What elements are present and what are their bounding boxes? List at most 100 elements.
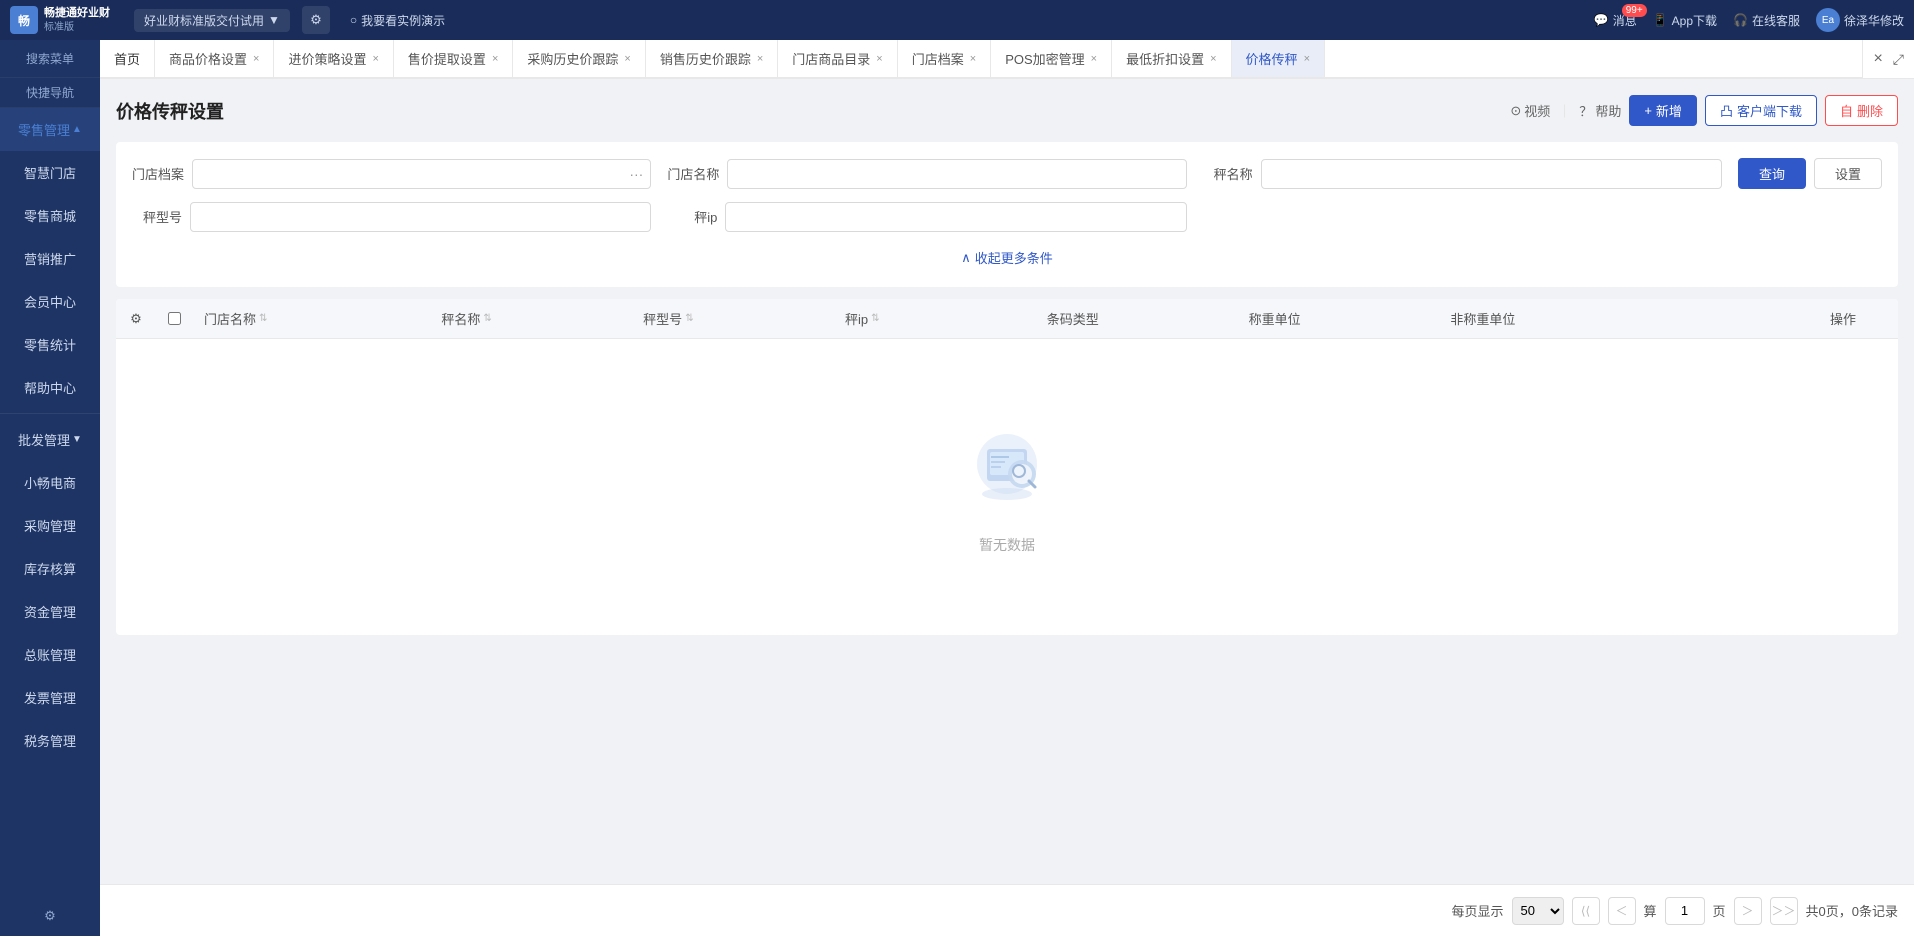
help-label: 帮助	[1595, 101, 1621, 120]
settings-search-button[interactable]: 设置	[1814, 158, 1882, 189]
empty-state: 暂无数据	[116, 339, 1898, 635]
more-icon[interactable]: ···	[629, 166, 643, 182]
video-label: 视频	[1524, 101, 1550, 120]
th-checkbox[interactable]	[156, 312, 192, 325]
empty-text: 暂无数据	[979, 535, 1035, 555]
first-page-button[interactable]: ⟨⟨	[1572, 897, 1600, 925]
user-menu[interactable]: Ea 徐泽华修改	[1816, 8, 1904, 32]
sidebar-item-help-center[interactable]: 帮助中心	[0, 366, 100, 409]
sidebar-item-retail-stats[interactable]: 零售统计	[0, 323, 100, 366]
settings-button[interactable]: ⚙	[302, 6, 330, 34]
sidebar-item-tax-mgmt[interactable]: 税务管理	[0, 719, 100, 762]
sidebar-item-invoice-mgmt[interactable]: 发票管理	[0, 676, 100, 719]
tab-close-icon[interactable]: ×	[876, 53, 882, 65]
scale-model-input[interactable]	[190, 202, 651, 232]
delete-label: 删除	[1857, 101, 1883, 120]
sidebar-item-label: 库存核算	[24, 559, 76, 578]
sidebar-item-smart-store[interactable]: 智慧门店	[0, 151, 100, 194]
sidebar-item-retail-mall[interactable]: 零售商城	[0, 194, 100, 237]
th-scale-name[interactable]: 秤名称 ⇅	[429, 309, 631, 328]
sidebar-item-label: 帮助中心	[24, 378, 76, 397]
sidebar-item-member-center[interactable]: 会员中心	[0, 280, 100, 323]
video-link[interactable]: ⊙ 视频	[1510, 101, 1550, 120]
app-download-button[interactable]: 📱 App下载	[1653, 12, 1717, 29]
sidebar-nav[interactable]: 快捷导航	[0, 78, 100, 108]
sidebar-item-retail-mgmt[interactable]: 零售管理 ▲	[0, 108, 100, 151]
sidebar-item-inventory[interactable]: 库存核算	[0, 547, 100, 590]
sidebar-item-general-ledger[interactable]: 总账管理	[0, 633, 100, 676]
th-store-name[interactable]: 门店名称 ⇅	[192, 309, 429, 328]
tab-pos-mgmt[interactable]: POS加密管理 ×	[991, 40, 1112, 78]
sidebar-item-label: 采购管理	[24, 516, 76, 535]
tab-label: 进价策略设置	[288, 49, 366, 68]
online-service-button[interactable]: 🎧 在线客服	[1733, 12, 1800, 29]
page-size-select[interactable]: 10 20 50 100	[1512, 897, 1564, 925]
scale-ip-input[interactable]	[725, 202, 1186, 232]
tab-sale-history[interactable]: 销售历史价跟踪 ×	[646, 40, 778, 78]
tab-home[interactable]: 首页	[100, 40, 155, 78]
headset-icon: 🎧	[1733, 13, 1748, 27]
tab-sale-price[interactable]: 售价提取设置 ×	[394, 40, 513, 78]
tab-close-icon[interactable]: ×	[1304, 53, 1310, 65]
sidebar-item-capital-mgmt[interactable]: 资金管理	[0, 590, 100, 633]
download-client-button[interactable]: 凸 客户端下载	[1705, 95, 1817, 126]
tab-min-discount[interactable]: 最低折扣设置 ×	[1112, 40, 1231, 78]
tab-close-icon[interactable]: ×	[624, 53, 630, 65]
tab-close-icon[interactable]: ×	[372, 53, 378, 65]
sidebar-item-wholesale-mgmt[interactable]: 批发管理 ▼	[0, 418, 100, 461]
tab-price-scale[interactable]: 价格传秤 ×	[1232, 40, 1325, 78]
tab-commodity-price[interactable]: 商品价格设置 ×	[155, 40, 274, 78]
tab-purchase-history[interactable]: 采购历史价跟踪 ×	[513, 40, 645, 78]
sidebar-item-xiaochu-ecom[interactable]: 小畅电商	[0, 461, 100, 504]
brand-text: 畅捷通好业财 标准版	[44, 6, 110, 33]
th-weight-unit: 称重单位	[1237, 309, 1439, 328]
message-button[interactable]: 💬 消息 99+	[1594, 12, 1637, 29]
header-right: 💬 消息 99+ 📱 App下载 🎧 在线客服 Ea 徐泽华修改	[1594, 8, 1904, 32]
download-label: 客户端下载	[1737, 101, 1802, 120]
prev-page-button[interactable]: ＜	[1608, 897, 1636, 925]
tab-close-icon[interactable]: ×	[970, 53, 976, 65]
last-page-button[interactable]: ＞＞	[1770, 897, 1798, 925]
next-page-button[interactable]: ＞	[1734, 897, 1762, 925]
tab-close-icon[interactable]: ×	[757, 53, 763, 65]
th-label: 条码类型	[1047, 309, 1099, 328]
sidebar-item-marketing[interactable]: 营销推广	[0, 237, 100, 280]
page-input[interactable]	[1665, 897, 1705, 925]
scale-name-input[interactable]	[1261, 159, 1722, 189]
tab-close-icon[interactable]: ×	[1210, 53, 1216, 65]
add-button[interactable]: + 新增	[1629, 95, 1697, 126]
collapse-label: 收起更多条件	[975, 248, 1053, 267]
sidebar-settings-button[interactable]: ⚙	[0, 896, 100, 936]
table-card: ⚙ 门店名称 ⇅ 秤名称 ⇅ 秤型号	[116, 299, 1898, 635]
tab-store-file[interactable]: 门店档案 ×	[898, 40, 991, 78]
tab-close-all-icon[interactable]: ×	[1873, 50, 1882, 68]
select-all-checkbox[interactable]	[168, 312, 181, 325]
query-button[interactable]: 查询	[1738, 158, 1806, 189]
tab-close-icon[interactable]: ×	[492, 53, 498, 65]
th-settings[interactable]: ⚙	[116, 311, 156, 327]
pagination-bar: 每页显示 10 20 50 100 ⟨⟨ ＜ 算 页 ＞ ＞＞ 共0页，0条记录	[100, 884, 1914, 936]
env-selector[interactable]: 好业财标准版交付试用 ▼	[134, 9, 290, 32]
tab-purchase-strategy[interactable]: 进价策略设置 ×	[274, 40, 393, 78]
store-name-input[interactable]	[727, 159, 1186, 189]
user-avatar: Ea	[1816, 8, 1840, 32]
help-link[interactable]: ？ 帮助	[1579, 101, 1621, 120]
sidebar-item-label: 智慧门店	[24, 163, 76, 182]
th-scale-ip[interactable]: 秤ip ⇅	[833, 309, 1035, 328]
th-label: 秤ip	[845, 309, 868, 328]
tab-store-catalog[interactable]: 门店商品目录 ×	[778, 40, 897, 78]
sidebar-item-label: 资金管理	[24, 602, 76, 621]
tab-close-icon[interactable]: ×	[253, 53, 259, 65]
sidebar-item-label: 零售统计	[24, 335, 76, 354]
collapse-bar[interactable]: ∧ 收起更多条件	[132, 244, 1882, 271]
store-file-input[interactable]	[192, 159, 651, 189]
th-scale-model[interactable]: 秤型号 ⇅	[631, 309, 833, 328]
tab-close-icon[interactable]: ×	[1091, 53, 1097, 65]
tab-expand-icon[interactable]: ⤢	[1893, 51, 1904, 68]
demo-button[interactable]: ○ 我要看实例演示	[350, 12, 445, 29]
delete-button[interactable]: 自 删除	[1825, 95, 1898, 126]
th-label: 操作	[1830, 309, 1856, 328]
sidebar-item-purchase-mgmt[interactable]: 采购管理	[0, 504, 100, 547]
sidebar-search[interactable]: 搜索菜单	[0, 40, 100, 78]
download-icon: 凸	[1720, 101, 1733, 120]
